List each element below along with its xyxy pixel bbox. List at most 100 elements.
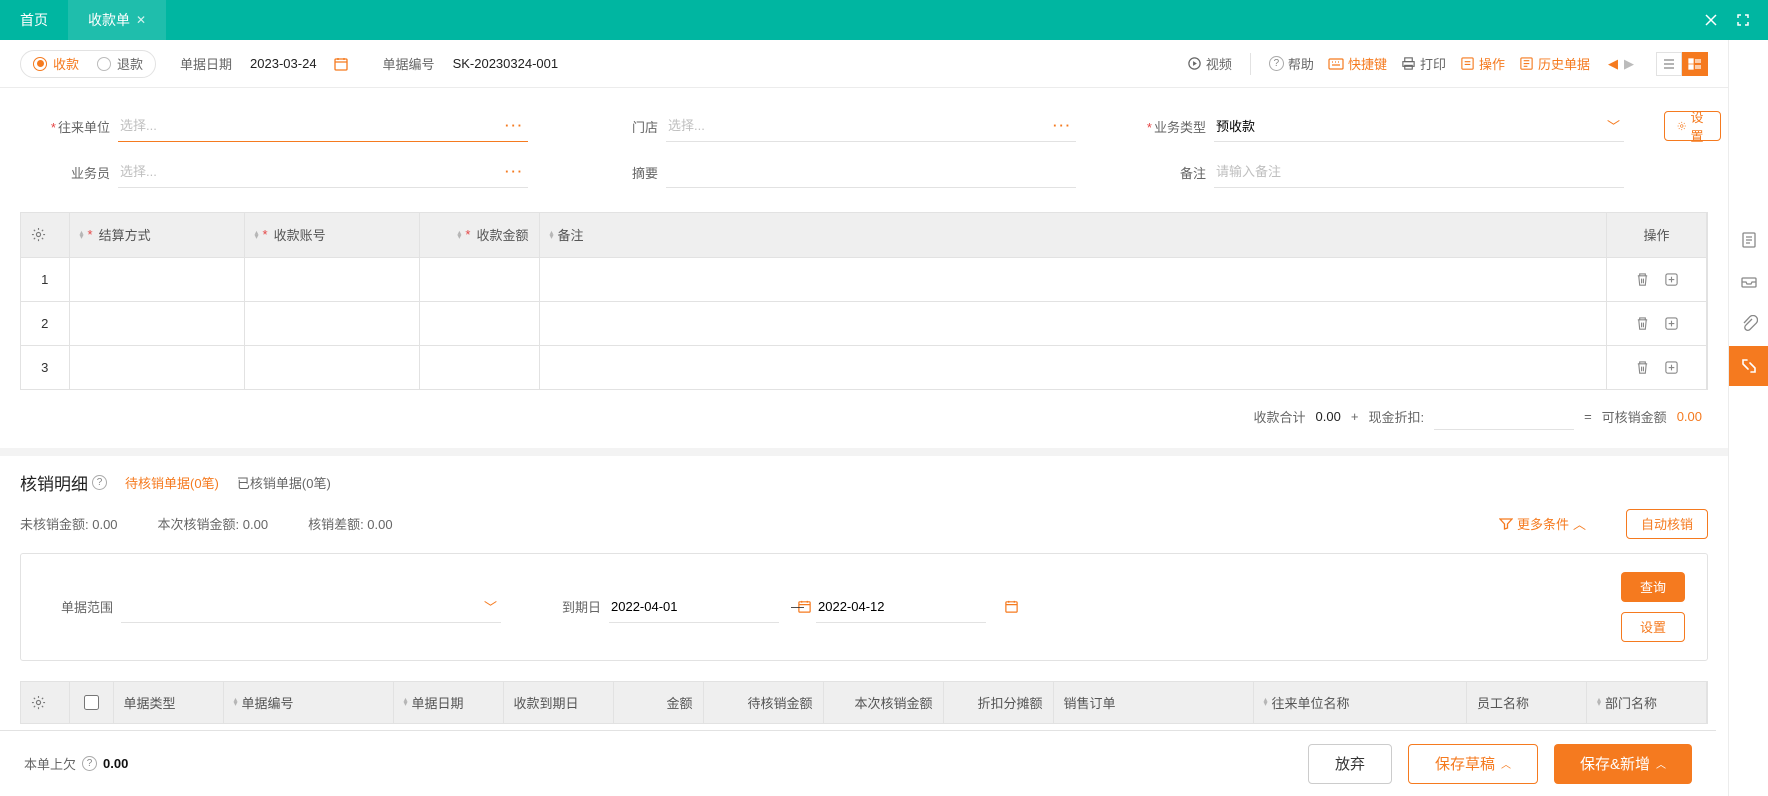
- window-close-icon[interactable]: [1702, 11, 1720, 29]
- store-label: 门店: [568, 117, 658, 136]
- more-icon[interactable]: ···: [1053, 118, 1072, 133]
- vcol-pending[interactable]: 待核销金额: [703, 682, 823, 724]
- bill-date-value[interactable]: 2023-03-24: [250, 56, 317, 71]
- sum-label: 收款合计: [1254, 407, 1306, 426]
- save-draft-button[interactable]: 保存草稿︿: [1408, 744, 1538, 784]
- range-label: 单据范围: [43, 597, 113, 616]
- help-icon[interactable]: ?: [92, 475, 107, 490]
- view-list-icon[interactable]: [1656, 52, 1682, 76]
- payment-lines-table: *结算方式 *收款账号 *收款金额 备注 操作 123: [20, 212, 1708, 390]
- amt-this: 本次核销金额: 0.00: [158, 514, 269, 533]
- delete-row-icon[interactable]: [1635, 272, 1650, 287]
- customer-input[interactable]: ···: [118, 110, 528, 142]
- select-all-checkbox[interactable]: [84, 695, 99, 710]
- gear-icon[interactable]: [31, 227, 59, 242]
- fullscreen-icon[interactable]: [1734, 11, 1752, 29]
- add-row-icon[interactable]: [1664, 272, 1679, 287]
- close-icon[interactable]: ✕: [136, 13, 146, 27]
- filter-settings-button[interactable]: 设置: [1621, 612, 1685, 642]
- date-from-input[interactable]: [609, 591, 779, 623]
- table-row[interactable]: 2: [21, 301, 1707, 345]
- vcol-date[interactable]: 单据日期: [393, 682, 503, 724]
- help-link[interactable]: ?帮助: [1269, 54, 1314, 73]
- col-action: 操作: [1607, 213, 1707, 257]
- col-settle[interactable]: *结算方式: [69, 213, 244, 257]
- save-new-button[interactable]: 保存&新增︿: [1554, 744, 1692, 784]
- delete-row-icon[interactable]: [1635, 360, 1650, 375]
- verification-table: 单据类型 单据编号 单据日期 收款到期日 金额 待核销金额 本次核销金额 折扣分…: [20, 681, 1708, 725]
- table-row[interactable]: 3: [21, 345, 1707, 389]
- gear-icon[interactable]: [31, 695, 59, 710]
- col-amount[interactable]: *收款金额: [419, 213, 539, 257]
- vcol-type[interactable]: 单据类型: [113, 682, 223, 724]
- delete-row-icon[interactable]: [1635, 316, 1650, 331]
- final-label: 可核销金额: [1602, 407, 1667, 426]
- verify-title: 核销明细?: [20, 470, 107, 495]
- prev-doc-icon[interactable]: ◀: [1608, 56, 1618, 72]
- table-row[interactable]: 1: [21, 257, 1707, 301]
- tab-receipt[interactable]: 收款单 ✕: [68, 0, 166, 40]
- add-row-icon[interactable]: [1664, 360, 1679, 375]
- vcol-this[interactable]: 本次核销金额: [823, 682, 943, 724]
- query-button[interactable]: 查询: [1621, 572, 1685, 602]
- calendar-icon[interactable]: [1004, 599, 1019, 614]
- right-rail: [1728, 40, 1768, 796]
- more-icon[interactable]: ···: [505, 164, 524, 179]
- date-to-input[interactable]: [816, 591, 986, 623]
- shortcut-link[interactable]: 快捷键: [1328, 54, 1387, 73]
- print-link[interactable]: 打印: [1401, 54, 1446, 73]
- salesman-label: 业务员: [20, 163, 110, 182]
- bill-no-value: SK-20230324-001: [453, 56, 559, 71]
- calendar-icon[interactable]: [333, 56, 349, 72]
- chevron-down-icon[interactable]: ﹀: [484, 597, 497, 616]
- chevron-down-icon[interactable]: ﹀: [1607, 116, 1620, 135]
- vcol-customer[interactable]: 往来单位名称: [1253, 682, 1467, 724]
- view-detail-icon[interactable]: [1682, 52, 1708, 76]
- help-icon[interactable]: ?: [82, 756, 97, 771]
- radio-receive[interactable]: 收款: [33, 54, 79, 73]
- vcol-discount[interactable]: 折扣分摊额: [943, 682, 1053, 724]
- amt-diff: 核销差额: 0.00: [308, 514, 393, 533]
- operate-link[interactable]: 操作: [1460, 54, 1505, 73]
- rail-expand-icon[interactable]: [1729, 346, 1768, 386]
- biztype-label: *业务类型: [1116, 117, 1206, 136]
- tab-done[interactable]: 已核销单据(0笔): [237, 473, 331, 492]
- settings-button[interactable]: 设置: [1664, 111, 1721, 141]
- chevron-up-icon: ︿: [1501, 756, 1511, 771]
- range-select[interactable]: ﹀: [121, 591, 501, 623]
- rail-note-icon[interactable]: [1729, 220, 1768, 260]
- biztype-select[interactable]: ﹀: [1214, 110, 1624, 142]
- due-label: 到期日: [541, 597, 601, 616]
- next-doc-icon[interactable]: ▶: [1624, 56, 1634, 72]
- header-form: *往来单位 ··· 门店 ··· *业务类型: [0, 88, 1728, 206]
- cash-discount-input[interactable]: [1434, 404, 1574, 430]
- radio-refund[interactable]: 退款: [97, 54, 143, 73]
- col-remark[interactable]: 备注: [539, 213, 1607, 257]
- vcol-emp[interactable]: 员工名称: [1467, 682, 1587, 724]
- document-toolbar: 收款 退款 单据日期 2023-03-24 单据编号 SK-20230324-0…: [0, 40, 1728, 88]
- owed-display: 本单上欠 ? 0.00: [24, 754, 128, 773]
- vcol-dept[interactable]: 部门名称: [1587, 682, 1707, 724]
- summary-input[interactable]: [666, 156, 1076, 188]
- vcol-saleorder[interactable]: 销售订单: [1053, 682, 1253, 724]
- store-input[interactable]: ···: [666, 110, 1076, 142]
- rail-inbox-icon[interactable]: [1729, 262, 1768, 302]
- tab-pending[interactable]: 待核销单据(0笔): [125, 473, 219, 492]
- history-link[interactable]: 历史单据: [1519, 54, 1590, 73]
- vcol-amount[interactable]: 金额: [613, 682, 703, 724]
- salesman-input[interactable]: ···: [118, 156, 528, 188]
- more-filter-toggle[interactable]: 更多条件 ︿: [1499, 514, 1586, 533]
- cash-label: 现金折扣:: [1368, 407, 1424, 426]
- vcol-due[interactable]: 收款到期日: [503, 682, 613, 724]
- discard-button[interactable]: 放弃: [1308, 744, 1392, 784]
- chevron-up-icon: ︿: [1573, 514, 1586, 533]
- rail-attachment-icon[interactable]: [1729, 304, 1768, 344]
- more-icon[interactable]: ···: [505, 118, 524, 133]
- remark-input[interactable]: [1214, 156, 1624, 188]
- vcol-no[interactable]: 单据编号: [223, 682, 393, 724]
- auto-verify-button[interactable]: 自动核销: [1626, 509, 1708, 539]
- add-row-icon[interactable]: [1664, 316, 1679, 331]
- video-link[interactable]: 视频: [1187, 54, 1232, 73]
- tab-home[interactable]: 首页: [0, 0, 68, 40]
- col-account[interactable]: *收款账号: [244, 213, 419, 257]
